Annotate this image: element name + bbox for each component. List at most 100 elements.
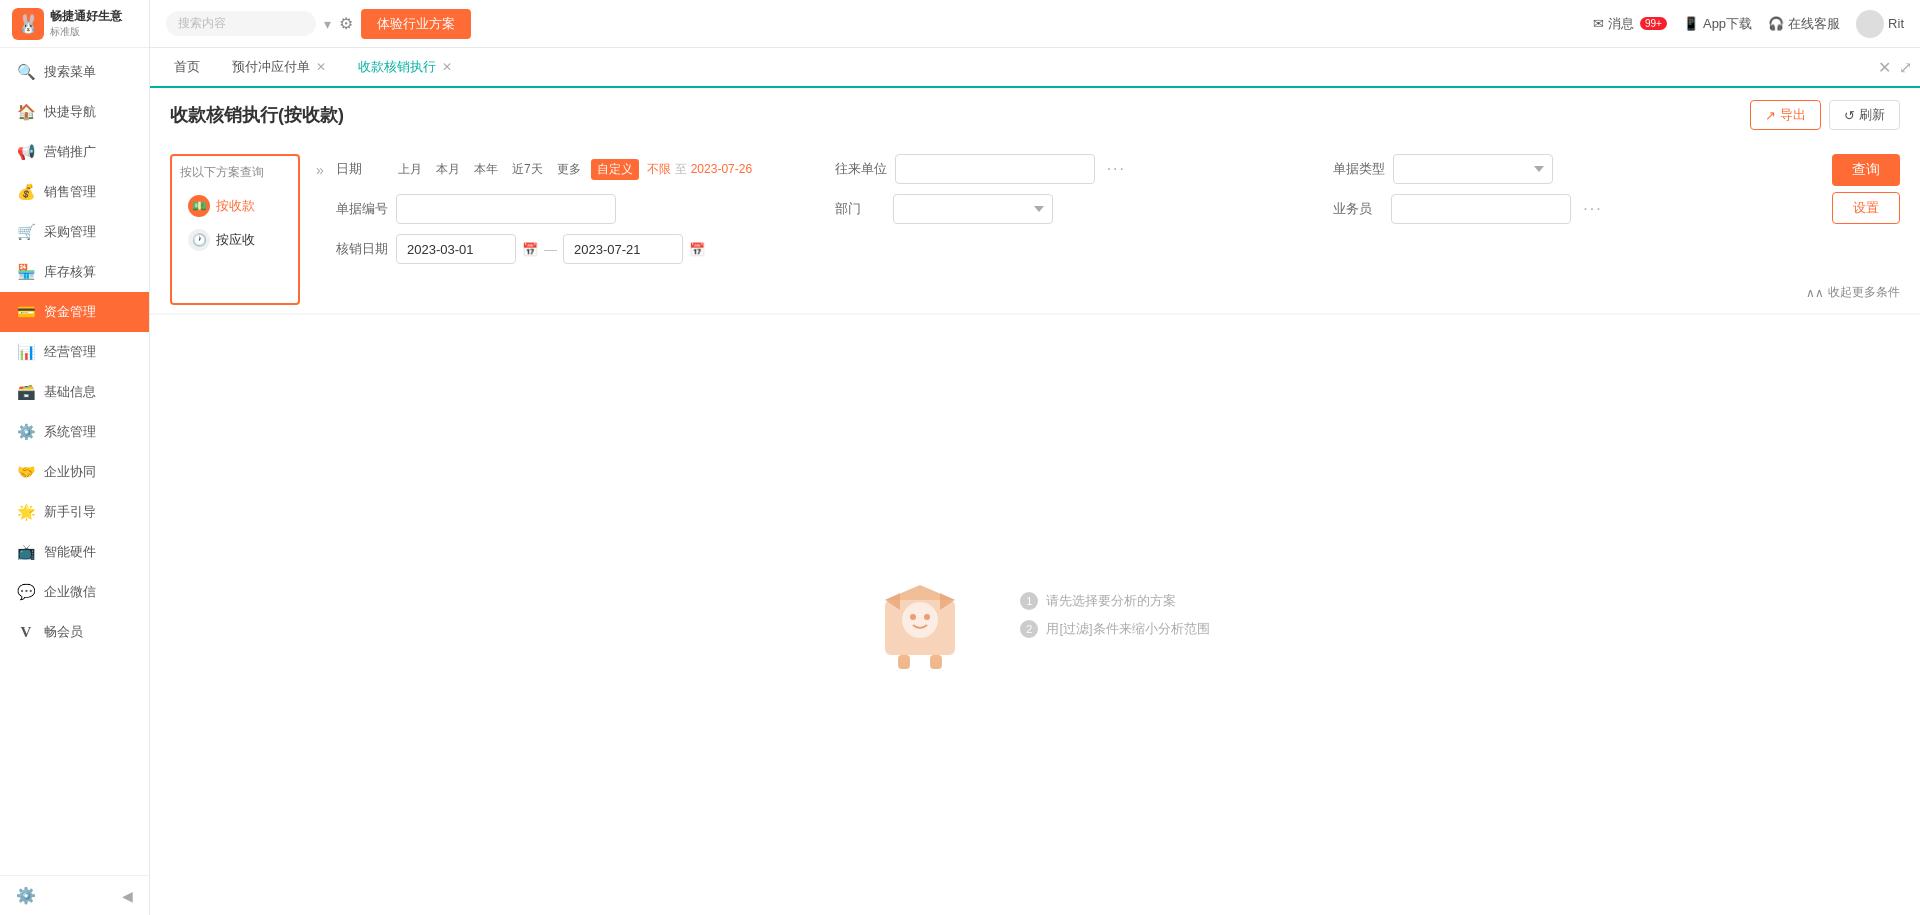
user-avatar xyxy=(1856,10,1884,38)
tab-home[interactable]: 首页 xyxy=(158,48,216,88)
messages-badge: 99+ xyxy=(1640,17,1667,30)
purchase-icon: 🛒 xyxy=(16,222,36,242)
logo-main: 畅捷通好生意 xyxy=(50,9,122,25)
sidebar-item-wechat[interactable]: 💬 企业微信 xyxy=(0,572,149,612)
topbar-search-text: 搜索内容 xyxy=(178,15,226,32)
filter-action-buttons: 查询 设置 xyxy=(1824,154,1900,224)
sidebar-item-quicknav[interactable]: 🏠 快捷导航 xyxy=(0,92,149,132)
member-icon: V xyxy=(16,622,36,642)
sidebar-item-collab[interactable]: 🤝 企业协同 xyxy=(0,452,149,492)
filter-main: 日期 上月 本月 本年 近7天 更多 自定义 xyxy=(336,154,1900,305)
sidebar-footer: ⚙️ ◀ xyxy=(0,875,149,915)
employee-label: 业务员 xyxy=(1333,200,1383,218)
sidebar-item-business[interactable]: 📊 经营管理 xyxy=(0,332,149,372)
department-select[interactable] xyxy=(893,194,1053,224)
sidebar-nav: 🔍 搜索菜单 🏠 快捷导航 📢 营销推广 💰 销售管理 🛒 采购管理 🏪 库存核… xyxy=(0,48,149,875)
docno-label: 单据编号 xyxy=(336,200,388,218)
inventory-icon: 🏪 xyxy=(16,262,36,282)
topbar-left: 搜索内容 ▾ ⚙ 体验行业方案 xyxy=(166,9,471,39)
date-this-month[interactable]: 本月 xyxy=(432,159,464,180)
tab-receipt-cancel-close[interactable]: ✕ xyxy=(442,60,452,74)
sidebar-item-sales[interactable]: 💰 销售管理 xyxy=(0,172,149,212)
doctype-select[interactable] xyxy=(1393,154,1553,184)
date-custom[interactable]: 自定义 xyxy=(591,159,639,180)
collab-icon: 🤝 xyxy=(16,462,36,482)
calendar-end-icon[interactable]: 📅 xyxy=(689,242,705,257)
headset-icon: 🎧 xyxy=(1768,16,1784,31)
export-button[interactable]: ↗ 导出 xyxy=(1750,100,1821,130)
logo-text: 畅捷通好生意 标准版 xyxy=(50,9,122,38)
filter-option-by-receipt[interactable]: 💵 按收款 xyxy=(180,189,290,223)
employee-dots-button[interactable]: ··· xyxy=(1579,200,1606,218)
date-label: 日期 xyxy=(336,160,386,178)
date-shortcut-group: 上月 本月 本年 近7天 更多 自定义 xyxy=(394,159,639,180)
settings-button[interactable]: 设置 xyxy=(1832,192,1900,224)
step-1-num: 1 xyxy=(1020,592,1038,610)
guide-icon: 🌟 xyxy=(16,502,36,522)
filter-collapse-button[interactable]: » xyxy=(316,154,336,305)
docno-input[interactable] xyxy=(396,194,616,224)
messages-button[interactable]: ✉ 消息 99+ xyxy=(1593,15,1667,33)
counterpart-input[interactable] xyxy=(895,154,1095,184)
department-label: 部门 xyxy=(835,200,885,218)
page-header: 收款核销执行(按收款) ↗ 导出 ↺ 刷新 xyxy=(150,88,1920,142)
step-2-num: 2 xyxy=(1020,620,1038,638)
verify-date-end-input[interactable] xyxy=(563,234,683,264)
employee-input[interactable] xyxy=(1391,194,1571,224)
sidebar-item-search[interactable]: 🔍 搜索菜单 xyxy=(0,52,149,92)
sidebar-item-marketing[interactable]: 📢 营销推广 xyxy=(0,132,149,172)
topbar-dropdown-icon[interactable]: ▾ xyxy=(324,16,331,32)
marketing-icon: 📢 xyxy=(16,142,36,162)
employee-field: 业务员 ··· xyxy=(1333,194,1812,224)
footer-collapse-icon[interactable]: ◀ xyxy=(122,888,133,904)
tab-close-all-icon[interactable]: ✕ xyxy=(1878,58,1891,77)
filter-option-by-receivable[interactable]: 🕐 按应收 xyxy=(180,223,290,257)
sidebar-item-hardware[interactable]: 📺 智能硬件 xyxy=(0,532,149,572)
sidebar-item-inventory[interactable]: 🏪 库存核算 xyxy=(0,252,149,292)
collapse-icon: » xyxy=(316,162,324,178)
industry-solution-button[interactable]: 体验行业方案 xyxy=(361,9,471,39)
sidebar-item-purchase[interactable]: 🛒 采购管理 xyxy=(0,212,149,252)
verify-date-start-input[interactable] xyxy=(396,234,516,264)
app-download-button[interactable]: 📱 App下载 xyxy=(1683,15,1752,33)
main-area: 搜索内容 ▾ ⚙ 体验行业方案 ✉ 消息 99+ 📱 App下载 🎧 在线客服 … xyxy=(150,0,1920,915)
system-icon: ⚙️ xyxy=(16,422,36,442)
empty-illustration xyxy=(860,555,980,675)
sidebar-item-guide[interactable]: 🌟 新手引导 xyxy=(0,492,149,532)
svg-rect-7 xyxy=(898,655,910,669)
date-no-limit: 不限 至 2023-07-26 xyxy=(647,161,752,178)
tab-receipt-cancel[interactable]: 收款核销执行 ✕ xyxy=(342,48,468,88)
refresh-button[interactable]: ↺ 刷新 xyxy=(1829,100,1900,130)
hardware-icon: 📺 xyxy=(16,542,36,562)
empty-step-1: 1 请先选择要分析的方案 xyxy=(1020,592,1209,610)
footer-settings-icon[interactable]: ⚙️ xyxy=(16,886,36,905)
export-icon: ↗ xyxy=(1765,108,1776,123)
date-more[interactable]: 更多 xyxy=(553,159,585,180)
sidebar-item-member[interactable]: V 畅会员 xyxy=(0,612,149,652)
collapse-more-button[interactable]: ∧∧ 收起更多条件 xyxy=(336,280,1900,305)
logo-sub: 标准版 xyxy=(50,25,122,38)
topbar-settings-icon[interactable]: ⚙ xyxy=(339,14,353,33)
query-button[interactable]: 查询 xyxy=(1832,154,1900,186)
filter-area: 按以下方案查询 💵 按收款 🕐 按应收 » xyxy=(150,142,1920,313)
tab-prepay-close[interactable]: ✕ xyxy=(316,60,326,74)
date-this-year[interactable]: 本年 xyxy=(470,159,502,180)
date-range-separator: — xyxy=(544,242,557,257)
counterpart-field: 往来单位 ··· xyxy=(835,154,1314,184)
sidebar-item-finance[interactable]: 💳 资金管理 xyxy=(0,292,149,332)
topbar-right: ✉ 消息 99+ 📱 App下载 🎧 在线客服 Rit xyxy=(1593,10,1904,38)
date-last-7days[interactable]: 近7天 xyxy=(508,159,547,180)
empty-text: 1 请先选择要分析的方案 2 用[过滤]条件来缩小分析范围 xyxy=(1020,592,1209,638)
sidebar-item-basic[interactable]: 🗃️ 基础信息 xyxy=(0,372,149,412)
date-last-month[interactable]: 上月 xyxy=(394,159,426,180)
sidebar-item-system[interactable]: ⚙️ 系统管理 xyxy=(0,412,149,452)
tab-expand-icon[interactable]: ⤢ xyxy=(1899,58,1912,77)
search-icon: 🔍 xyxy=(16,62,36,82)
online-service-button[interactable]: 🎧 在线客服 xyxy=(1768,15,1840,33)
calendar-start-icon[interactable]: 📅 xyxy=(522,242,538,257)
user-profile[interactable]: Rit xyxy=(1856,10,1904,38)
counterpart-dots-button[interactable]: ··· xyxy=(1103,160,1130,178)
docno-field: 单据编号 xyxy=(336,194,815,224)
content-area: 收款核销执行(按收款) ↗ 导出 ↺ 刷新 按以下方案查询 💵 按收款 xyxy=(150,88,1920,915)
tab-prepay[interactable]: 预付冲应付单 ✕ xyxy=(216,48,342,88)
